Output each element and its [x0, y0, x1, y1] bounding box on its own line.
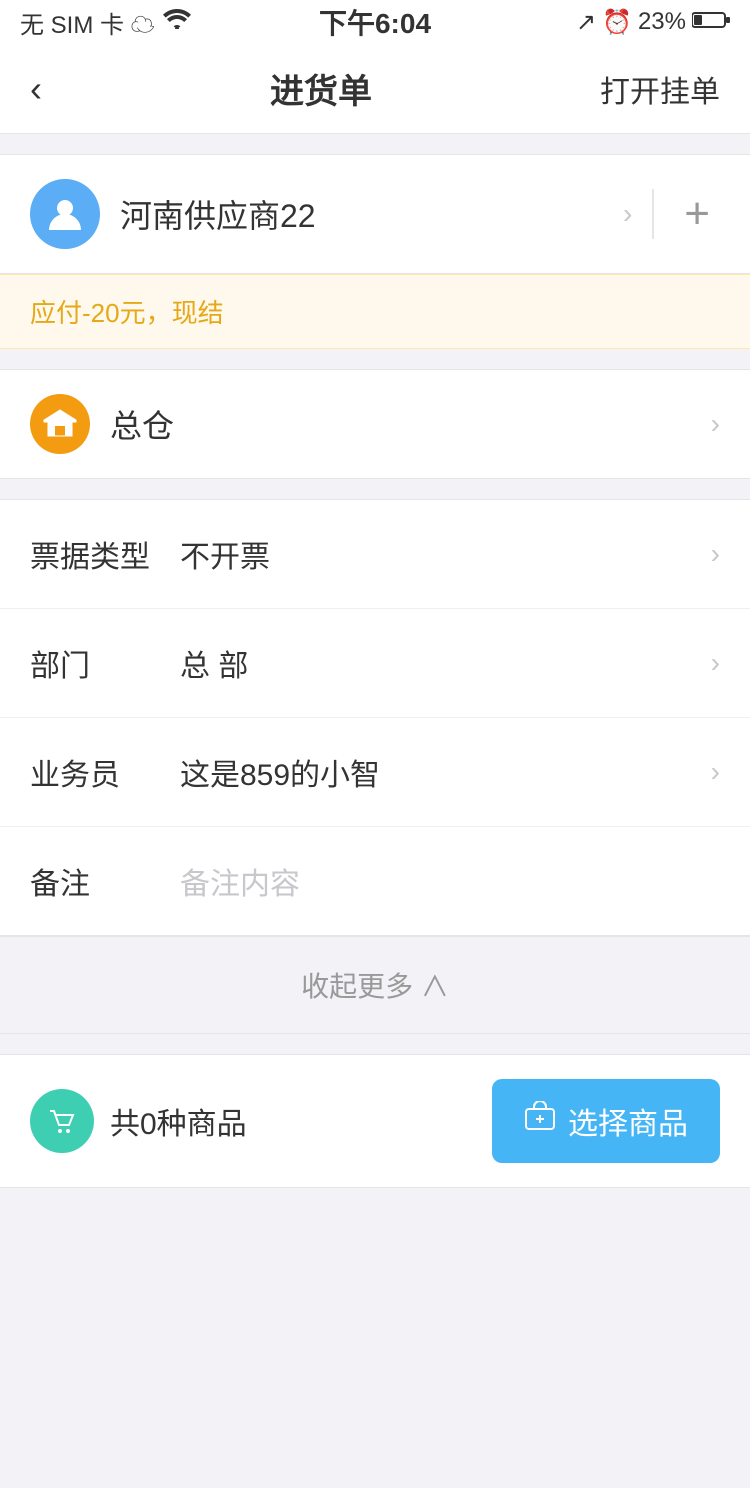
note-label: 备注 — [30, 859, 150, 903]
invoice-label: 票据类型 — [30, 532, 150, 576]
back-button[interactable]: ‹ — [30, 68, 42, 110]
form-section: 票据类型 不开票 › 部门 总 部 › 业务员 这是859的小智 › 备注 备注… — [0, 499, 750, 936]
nav-bar: ‹ 进货单 打开挂单 — [0, 44, 750, 134]
bottom-bar: 共0种商品 选择商品 — [0, 1054, 750, 1188]
status-bar: 无 SIM 卡 ☁ 下午6:04 ↗ ⏰ 23% — [0, 0, 750, 44]
sim-text: 无 SIM 卡 ☁ — [20, 5, 155, 40]
status-right: ↗ ⏰ 23% — [576, 8, 730, 37]
notice-text: 应付-20元，现结 — [30, 298, 224, 328]
select-goods-icon — [524, 1101, 556, 1141]
goods-icon — [30, 1089, 94, 1153]
collapse-label: 收起更多 ∧ — [301, 971, 449, 1002]
supplier-chevron: › — [623, 198, 632, 230]
salesperson-label: 业务员 — [30, 750, 150, 794]
note-placeholder[interactable]: 备注内容 — [180, 859, 720, 903]
salesperson-row[interactable]: 业务员 这是859的小智 › — [0, 718, 750, 827]
invoice-chevron: › — [711, 538, 720, 570]
supplier-name[interactable]: 河南供应商22 — [120, 191, 623, 237]
supplier-avatar — [30, 179, 100, 249]
goods-count-area: 共0种商品 — [30, 1089, 247, 1153]
vertical-divider — [652, 189, 654, 239]
alarm-icon: ⏰ — [602, 8, 632, 37]
add-supplier-button[interactable]: + — [674, 189, 720, 239]
warehouse-name: 总仓 — [110, 401, 711, 447]
department-label: 部门 — [30, 641, 150, 685]
salesperson-chevron: › — [711, 756, 720, 788]
invoice-row[interactable]: 票据类型 不开票 › — [0, 500, 750, 609]
salesperson-value: 这是859的小智 — [180, 750, 711, 794]
warehouse-chevron: › — [711, 408, 720, 440]
divider-top — [0, 134, 750, 154]
department-value: 总 部 — [180, 641, 711, 685]
select-goods-button[interactable]: 选择商品 — [492, 1079, 720, 1163]
goods-count-text: 共0种商品 — [110, 1099, 247, 1143]
battery-text: 23% — [638, 8, 686, 36]
page-title: 进货单 — [270, 64, 372, 113]
warehouse-section[interactable]: 总仓 › — [0, 369, 750, 479]
battery-icon — [692, 8, 730, 36]
location-icon: ↗ — [576, 8, 596, 37]
collapse-toggle[interactable]: 收起更多 ∧ — [0, 936, 750, 1034]
warehouse-icon — [30, 394, 90, 454]
page-footer — [0, 1188, 750, 1488]
wifi-icon — [163, 8, 191, 36]
invoice-value: 不开票 — [180, 532, 711, 576]
status-time: 下午6:04 — [319, 2, 431, 42]
note-row[interactable]: 备注 备注内容 — [0, 827, 750, 935]
select-goods-label: 选择商品 — [568, 1099, 688, 1143]
open-hang-button[interactable]: 打开挂单 — [600, 67, 720, 111]
notice-bar: 应付-20元，现结 — [0, 274, 750, 349]
status-left: 无 SIM 卡 ☁ — [20, 5, 191, 40]
department-row[interactable]: 部门 总 部 › — [0, 609, 750, 718]
department-chevron: › — [711, 647, 720, 679]
supplier-section: 河南供应商22 › + — [0, 154, 750, 274]
